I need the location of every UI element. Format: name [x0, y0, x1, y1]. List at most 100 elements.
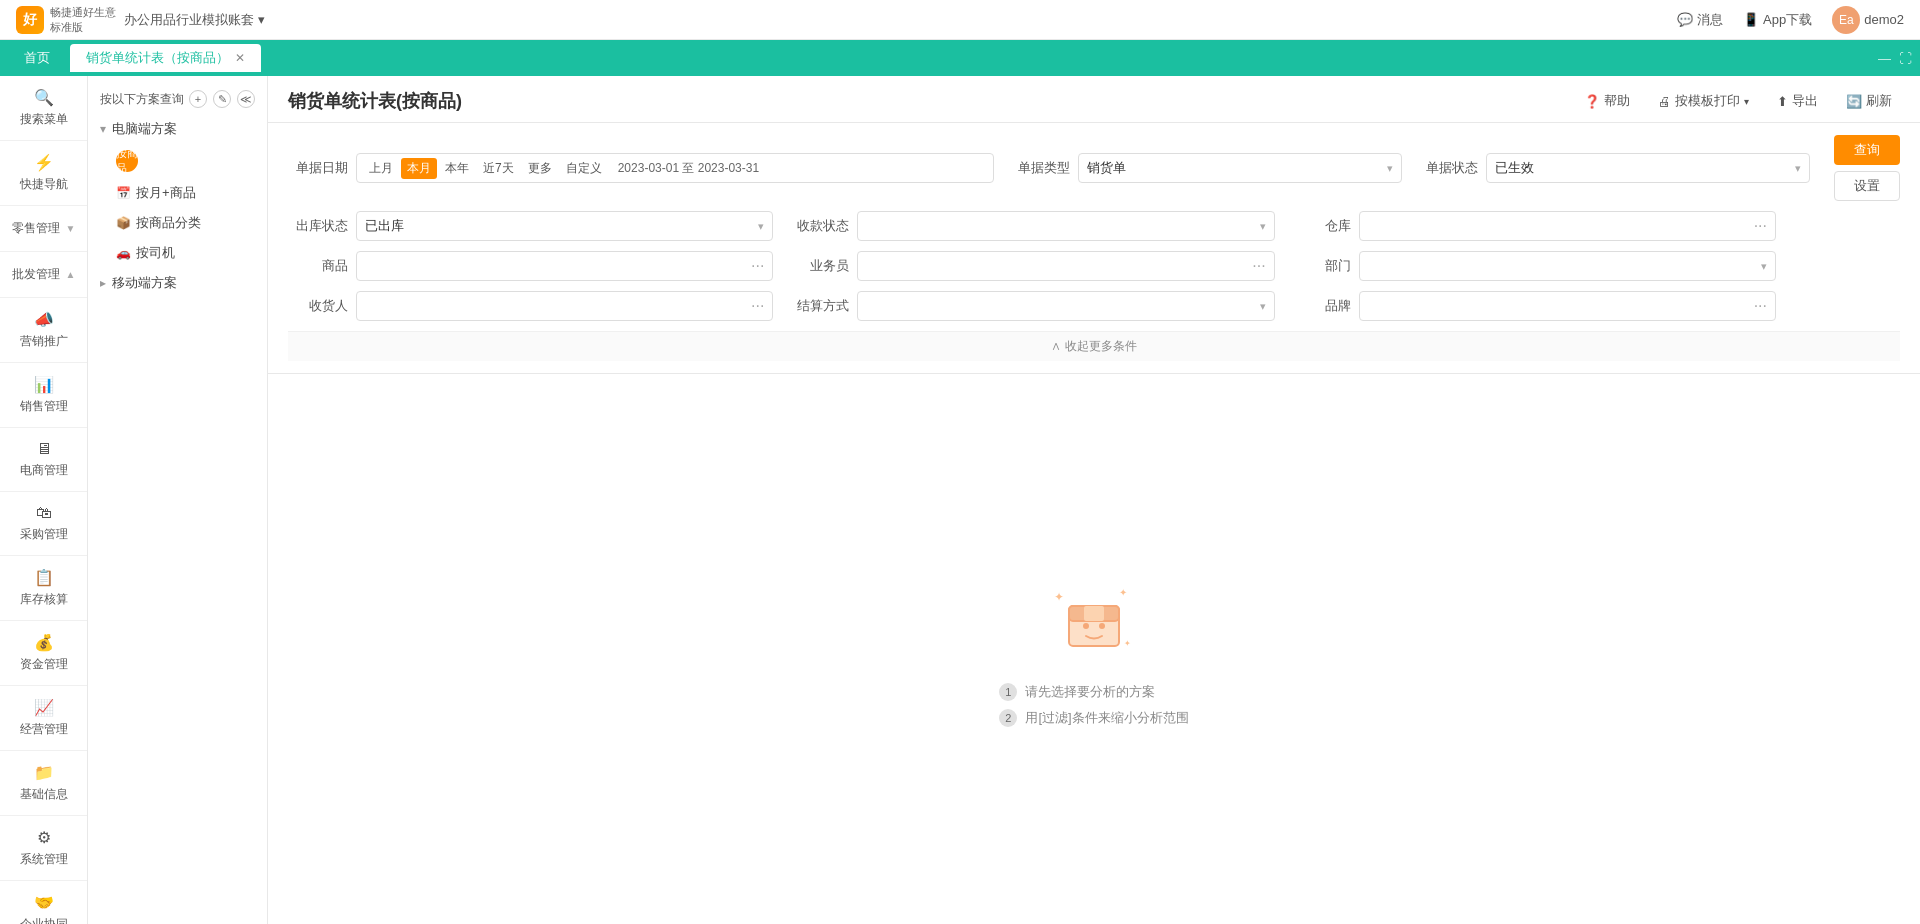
tree-node-desktop[interactable]: ▾ 电脑端方案 [88, 114, 267, 144]
inventory-icon: 📋 [34, 568, 54, 587]
tree-node-by-goods[interactable]: 按商品 [88, 144, 267, 178]
filter-panel: 按以下方案查询 + ✎ ≪ ▾ 电脑端方案 按商品 📅 按月+商品 [88, 76, 268, 924]
chevron-down-icon: ▾ [1387, 162, 1393, 175]
settings-button[interactable]: 设置 [1834, 171, 1900, 201]
ecommerce-icon: 🖥 [36, 440, 52, 458]
purchase-icon: 🛍 [36, 504, 52, 522]
date-tab-this-month[interactable]: 本月 [401, 158, 437, 179]
minimize-icon[interactable]: — [1878, 51, 1891, 66]
tree-node-by-month-goods[interactable]: 📅 按月+商品 [88, 178, 267, 208]
sidebar-item-inventory[interactable]: 📋 库存核算 [0, 556, 87, 621]
brand-input[interactable]: ··· [1359, 291, 1776, 321]
sidebar-item-purchase[interactable]: 🛍 采购管理 [0, 492, 87, 556]
page-header-top: 销货单统计表(按商品) ❓ 帮助 🖨 按模板打印 ▾ ⬆ [288, 88, 1900, 122]
date-label: 单据日期 [288, 159, 348, 177]
warehouse-select[interactable]: 已出库 ▾ [356, 211, 773, 241]
driver-icon: 🚗 [116, 246, 130, 260]
chevron-down-icon: ▼ [66, 223, 76, 234]
main-layout: 🔍 搜索菜单 ⚡ 快捷导航 零售管理 ▼ 批发管理 ▲ 📣 营销推广 📊 销售管… [0, 76, 1920, 924]
filter-panel-header: 按以下方案查询 + ✎ ≪ [88, 84, 267, 114]
payment-select[interactable]: ▾ [857, 211, 1274, 241]
sidebar-item-collab[interactable]: 🤝 企业协同 [0, 881, 87, 924]
category-icon: 📦 [116, 216, 130, 230]
date-range-bar[interactable]: 上月 本月 本年 近7天 更多 自定义 2023-03-01 至 2023-03… [356, 153, 994, 183]
template-print-button[interactable]: 🖨 按模板打印 ▾ [1650, 88, 1757, 114]
message-icon: 💬 [1677, 12, 1693, 27]
export-button[interactable]: ⬆ 导出 [1769, 88, 1826, 114]
chevron-down-icon: ▾ [1744, 96, 1749, 107]
user-menu[interactable]: Ea demo2 [1832, 6, 1904, 34]
marketing-icon: 📣 [34, 310, 54, 329]
query-button[interactable]: 查询 [1834, 135, 1900, 165]
tree-node-mobile[interactable]: ▸ 移动端方案 [88, 268, 267, 298]
settlement-select[interactable]: ▾ [857, 291, 1274, 321]
department-select[interactable]: ▾ [1359, 251, 1776, 281]
sidebar-item-basics[interactable]: 📁 基础信息 [0, 751, 87, 816]
sidebar-item-operations[interactable]: 📈 经营管理 [0, 686, 87, 751]
logo-area: 好 畅捷通好生意 标准版 [16, 5, 116, 34]
system-icon: ⚙ [37, 828, 51, 847]
storage-input[interactable]: ··· [1359, 211, 1776, 241]
warehouse-label: 出库状态 [288, 217, 348, 235]
svg-point-4 [1099, 623, 1105, 629]
sidebar-item-marketing[interactable]: 📣 营销推广 [0, 298, 87, 363]
tab-home[interactable]: 首页 [8, 44, 66, 72]
sidebar-item-quick-nav[interactable]: ⚡ 快捷导航 [0, 141, 87, 206]
date-tab-more[interactable]: 更多 [522, 158, 558, 179]
maximize-icon[interactable]: ⛶ [1899, 51, 1912, 66]
edit-scheme-button[interactable]: ✎ [213, 90, 231, 108]
chevron-down-icon: ▾ [1795, 162, 1801, 175]
storage-field: 仓库 ··· [1291, 211, 1776, 241]
svg-rect-2 [1084, 606, 1104, 621]
app-download-button[interactable]: 📱 App下载 [1743, 11, 1812, 29]
svg-point-3 [1083, 623, 1089, 629]
sidebar-item-wholesale[interactable]: 批发管理 ▲ [0, 252, 87, 298]
sidebar-item-search[interactable]: 🔍 搜索菜单 [0, 76, 87, 141]
sidebar-item-finance[interactable]: 💰 资金管理 [0, 621, 87, 686]
salesperson-input[interactable]: ··· [857, 251, 1274, 281]
sidebar-item-system[interactable]: ⚙ 系统管理 [0, 816, 87, 881]
filter-row-1: 单据日期 上月 本月 本年 近7天 更多 自定义 2023-03-01 至 20… [288, 135, 1900, 201]
svg-text:✦: ✦ [1124, 639, 1131, 648]
date-tab-last-month[interactable]: 上月 [363, 158, 399, 179]
chevron-down-icon: ▾ [1260, 300, 1266, 313]
tip-num-1: 1 [999, 683, 1017, 701]
dots-icon: ··· [751, 257, 764, 275]
sales-icon: 📊 [34, 375, 54, 394]
goods-input[interactable]: ··· [356, 251, 773, 281]
filter-row-2: 出库状态 已出库 ▾ 收款状态 ▾ 仓库 [288, 211, 1900, 241]
add-scheme-button[interactable]: + [189, 90, 207, 108]
tab-bar-actions: — ⛶ [1878, 51, 1912, 66]
date-tab-custom[interactable]: 自定义 [560, 158, 608, 179]
page-header-actions: ❓ 帮助 🖨 按模板打印 ▾ ⬆ 导出 🔄 [1576, 88, 1900, 114]
collapse-panel-button[interactable]: ≪ [237, 90, 255, 108]
doc-status-select[interactable]: 已生效 ▾ [1486, 153, 1810, 183]
company-selector[interactable]: 办公用品行业模拟账套 ▾ [124, 11, 265, 29]
refresh-button[interactable]: 🔄 刷新 [1838, 88, 1900, 114]
collapse-bar[interactable]: ∧ 收起更多条件 [288, 331, 1900, 361]
active-indicator: 按商品 [116, 150, 138, 172]
doc-type-select[interactable]: 销货单 ▾ [1078, 153, 1402, 183]
export-icon: ⬆ [1777, 94, 1788, 109]
tab-sales-stats[interactable]: 销货单统计表（按商品） ✕ [70, 44, 261, 72]
salesperson-label: 业务员 [789, 257, 849, 275]
doc-type-label: 单据类型 [1010, 159, 1070, 177]
message-button[interactable]: 💬 消息 [1677, 11, 1723, 29]
tree-node-by-driver[interactable]: 🚗 按司机 [88, 238, 267, 268]
date-tab-7days[interactable]: 近7天 [477, 158, 520, 179]
payment-field: 收款状态 ▾ [789, 211, 1274, 241]
tab-close-icon[interactable]: ✕ [235, 51, 245, 65]
empty-illustration: ✦ ✦ ✦ [1044, 571, 1144, 671]
date-tab-this-year[interactable]: 本年 [439, 158, 475, 179]
sidebar-item-retail[interactable]: 零售管理 ▼ [0, 206, 87, 252]
empty-tips: 1 请先选择要分析的方案 2 用[过滤]条件来缩小分析范围 [999, 683, 1188, 727]
sidebar-item-sales[interactable]: 📊 销售管理 [0, 363, 87, 428]
help-icon: ❓ [1584, 94, 1600, 109]
sidebar-item-ecommerce[interactable]: 🖥 电商管理 [0, 428, 87, 492]
receiver-input[interactable]: ··· [356, 291, 773, 321]
help-button[interactable]: ❓ 帮助 [1576, 88, 1638, 114]
action-buttons: 查询 设置 [1834, 135, 1900, 201]
brand-field: 品牌 ··· [1291, 291, 1776, 321]
tree-node-by-category[interactable]: 📦 按商品分类 [88, 208, 267, 238]
date-tabs: 上月 本月 本年 近7天 更多 自定义 [363, 158, 608, 179]
